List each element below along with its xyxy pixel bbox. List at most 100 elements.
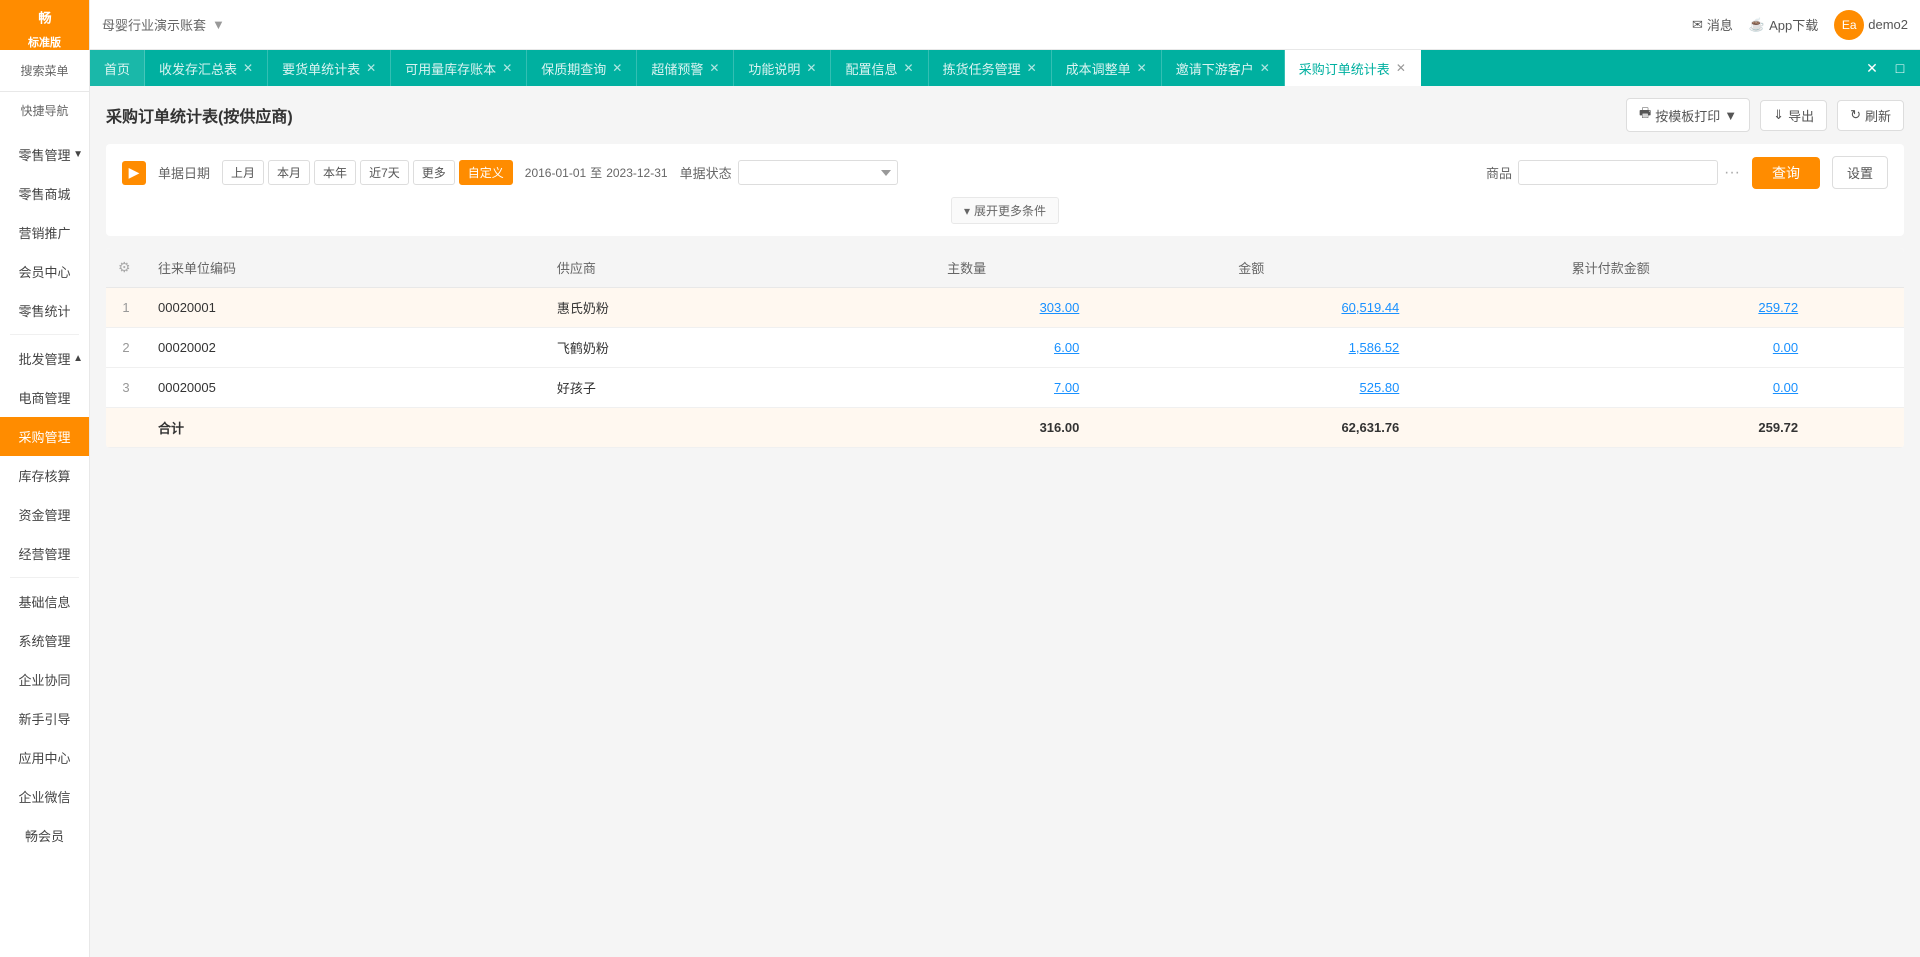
print-button[interactable]: 🖶 按模板打印 ▼	[1626, 98, 1750, 132]
tab-cost-adjust[interactable]: 成本调整单 ✕	[1052, 50, 1162, 86]
tab-pick-task[interactable]: 拣货任务管理 ✕	[929, 50, 1052, 86]
date-btn-7days[interactable]: 近7天	[360, 160, 409, 185]
message-btn[interactable]: ✉ 消息	[1692, 15, 1733, 34]
status-select[interactable]	[738, 160, 898, 185]
user-profile[interactable]: Ea demo2	[1834, 10, 1908, 40]
cell-supplier: 惠氏奶粉	[545, 288, 842, 328]
tab-close-icon[interactable]: ✕	[1137, 61, 1147, 75]
quick-nav-label[interactable]: 快捷导航	[6, 96, 83, 125]
amount-link[interactable]: 525.80	[1360, 380, 1400, 395]
goods-filter-wrap: 商品 ···	[1486, 160, 1740, 185]
tab-order-stats[interactable]: 要货单统计表 ✕	[268, 50, 391, 86]
amount-link[interactable]: 1,586.52	[1349, 340, 1400, 355]
sidebar-item-member2[interactable]: 畅会员	[0, 816, 89, 855]
expand-more-row: ▾ 展开更多条件	[122, 197, 1888, 224]
tab-purchase-order-stats[interactable]: 采购订单统计表 ✕	[1285, 50, 1421, 86]
col-extra	[1810, 248, 1904, 288]
tab-overstock-warning[interactable]: 超储预警 ✕	[637, 50, 734, 86]
sidebar-item-enterprise[interactable]: 企业协同	[0, 660, 89, 699]
query-button[interactable]: 查询	[1752, 157, 1820, 189]
search-menu-label[interactable]: 搜索菜单	[6, 58, 83, 83]
account-name: 母婴行业演示账套	[102, 15, 206, 34]
goods-input[interactable]	[1518, 160, 1718, 185]
tab-close-icon[interactable]: ✕	[502, 61, 512, 75]
paid-link[interactable]: 259.72	[1758, 300, 1798, 315]
tab-cost-adjust-label: 成本调整单	[1066, 59, 1131, 78]
tab-config-info[interactable]: 配置信息 ✕	[831, 50, 928, 86]
tab-close-icon[interactable]: ✕	[1260, 61, 1270, 75]
printer-icon: 🖶	[1639, 104, 1651, 126]
date-btn-this-year[interactable]: 本年	[314, 160, 356, 185]
paid-link[interactable]: 0.00	[1773, 340, 1798, 355]
export-button[interactable]: ⇓ 导出	[1760, 100, 1827, 131]
goods-more-icon[interactable]: ···	[1724, 164, 1740, 182]
tab-invite-downstream[interactable]: 邀请下游客户 ✕	[1162, 50, 1285, 86]
tab-receive-summary[interactable]: 收发存汇总表 ✕	[145, 50, 268, 86]
col-paid: 累计付款金额	[1411, 248, 1810, 288]
date-btn-this-month[interactable]: 本月	[268, 160, 310, 185]
cell-paid: 259.72	[1411, 288, 1810, 328]
sidebar-item-basic-info[interactable]: 基础信息	[0, 582, 89, 621]
date-btn-custom[interactable]: 自定义	[459, 160, 513, 185]
tab-close-icon[interactable]: ✕	[806, 61, 816, 75]
sidebar-item-marketing[interactable]: 营销推广	[0, 213, 89, 252]
tab-close-icon[interactable]: ✕	[709, 61, 719, 75]
sidebar-item-wholesale[interactable]: 批发管理	[0, 339, 89, 378]
dropdown-arrow-icon[interactable]: ▼	[212, 17, 225, 32]
col-supplier: 供应商	[545, 248, 842, 288]
sidebar-item-finance[interactable]: 资金管理	[0, 495, 89, 534]
sidebar-item-purchase[interactable]: 采购管理	[0, 417, 89, 456]
app-logo[interactable]: 畅 标准版	[0, 0, 89, 50]
export-icon: ⇓	[1773, 107, 1784, 123]
content-area: 采购订单统计表(按供应商) 🖶 按模板打印 ▼ ⇓ 导出 ↻ 刷新	[90, 86, 1920, 460]
sidebar-item-member[interactable]: 会员中心	[0, 252, 89, 291]
sidebar-item-retail-mgmt[interactable]: 零售管理	[0, 135, 89, 174]
sidebar-item-wechat[interactable]: 企业微信	[0, 777, 89, 816]
tab-close-icon[interactable]: ✕	[1396, 61, 1406, 75]
tab-close-all-btn[interactable]: ✕	[1860, 56, 1884, 80]
filter-toggle-btn[interactable]: ▶	[122, 161, 146, 185]
sidebar-item-retail-stats[interactable]: 零售统计	[0, 291, 89, 330]
tab-expand-btn[interactable]: □	[1888, 56, 1912, 80]
paid-link[interactable]: 0.00	[1773, 380, 1798, 395]
tab-close-icon[interactable]: ✕	[1027, 61, 1037, 75]
refresh-button[interactable]: ↻ 刷新	[1837, 100, 1904, 131]
tab-close-icon[interactable]: ✕	[243, 61, 253, 75]
tab-home[interactable]: 首页	[90, 50, 145, 86]
tab-close-icon[interactable]: ✕	[612, 61, 622, 75]
data-table: ⚙ 往来单位编码 供应商 主数量 金额 累计付款金额 1 00020001	[106, 248, 1904, 448]
tab-available-stock[interactable]: 可用量库存账本 ✕	[391, 50, 527, 86]
cell-amount: 1,586.52	[1091, 328, 1411, 368]
amount-link[interactable]: 60,519.44	[1341, 300, 1399, 315]
tab-expiry-query[interactable]: 保质期查询 ✕	[527, 50, 637, 86]
tab-close-icon[interactable]: ✕	[366, 61, 376, 75]
sidebar-item-operations[interactable]: 经营管理	[0, 534, 89, 573]
date-btn-last-month[interactable]: 上月	[222, 160, 264, 185]
expand-icon: ▾	[964, 204, 970, 218]
table-footer: 合计 316.00 62,631.76 259.72	[106, 408, 1904, 448]
qty-link[interactable]: 7.00	[1054, 380, 1079, 395]
tab-function-desc-label: 功能说明	[748, 59, 800, 78]
date-btn-more[interactable]: 更多	[413, 160, 455, 185]
sidebar-item-guide[interactable]: 新手引导	[0, 699, 89, 738]
main-content: 采购订单统计表(按供应商) 🖶 按模板打印 ▼ ⇓ 导出 ↻ 刷新	[90, 86, 1920, 957]
sidebar-item-app-center[interactable]: 应用中心	[0, 738, 89, 777]
date-label: 单据日期	[158, 163, 210, 182]
settings-button[interactable]: 设置	[1832, 156, 1888, 189]
goods-label: 商品	[1486, 163, 1512, 182]
sidebar-item-retail-shop[interactable]: 零售商城	[0, 174, 89, 213]
tab-close-icon[interactable]: ✕	[904, 61, 914, 75]
table-settings-icon[interactable]: ⚙	[118, 259, 131, 275]
table-row: 2 00020002 飞鹤奶粉 6.00 1,586.52 0.00	[106, 328, 1904, 368]
avatar: Ea	[1834, 10, 1864, 40]
cell-code: 00020002	[146, 328, 545, 368]
app-download-btn[interactable]: ☕ App下载	[1749, 15, 1818, 34]
sidebar-item-inventory[interactable]: 库存核算	[0, 456, 89, 495]
sidebar-item-ecommerce[interactable]: 电商管理	[0, 378, 89, 417]
date-to: 2023-12-31	[606, 166, 667, 180]
tab-function-desc[interactable]: 功能说明 ✕	[734, 50, 831, 86]
sidebar-item-system[interactable]: 系统管理	[0, 621, 89, 660]
qty-link[interactable]: 6.00	[1054, 340, 1079, 355]
qty-link[interactable]: 303.00	[1040, 300, 1080, 315]
expand-more-btn[interactable]: ▾ 展开更多条件	[951, 197, 1059, 224]
